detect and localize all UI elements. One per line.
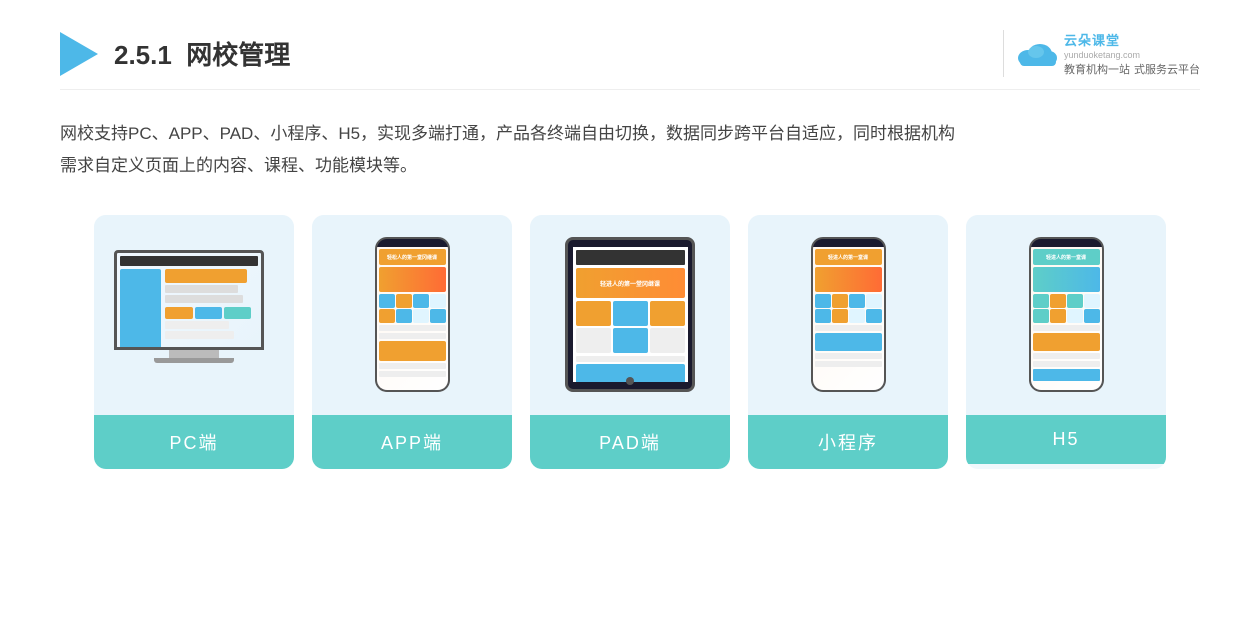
- card-app-image: 轻松人的第一堂冈继课: [312, 215, 512, 415]
- card-h5: 轻进人的第一堂课: [966, 215, 1166, 469]
- phone-screen-miniapp: 轻进人的第一堂课: [813, 247, 884, 390]
- card-app: 轻松人的第一堂冈继课: [312, 215, 512, 469]
- page-title: 2.5.1 网校管理: [114, 35, 290, 72]
- card-miniapp: 轻进人的第一堂课: [748, 215, 948, 469]
- brand-logo: 云朵课堂 yunduoketang.com 教育机构一站 式服务云平台: [1003, 30, 1200, 77]
- phone-notch: [397, 241, 427, 247]
- card-pc-image: [94, 215, 294, 415]
- pad-screen: 轻进人的第一堂冈继课: [573, 247, 688, 382]
- brand-url: yunduoketang.com: [1064, 50, 1200, 60]
- phone-screen-app: 轻松人的第一堂冈继课: [377, 247, 448, 390]
- brand-tagline1: 教育机构一站: [1064, 61, 1130, 77]
- description-line2: 需求自定义页面上的内容、课程、功能模块等。: [60, 150, 1200, 182]
- description-text: 网校支持PC、APP、PAD、小程序、H5，实现多端打通，产品各终端自由切换，数…: [60, 118, 1200, 183]
- cards-container: PC端 轻松人的第一堂冈继课: [60, 215, 1200, 469]
- section-number: 2.5.1: [114, 40, 172, 70]
- pc-screen: [114, 250, 264, 350]
- brand-cloud-icon: [1014, 36, 1058, 72]
- header: 2.5.1 网校管理 云朵课堂 yunduoketang.com 教: [60, 30, 1200, 90]
- pad-mockup: 轻进人的第一堂冈继课: [565, 237, 695, 392]
- phone-notch-h5: [1051, 241, 1081, 247]
- card-pad-label: PAD端: [530, 415, 730, 469]
- pc-mockup: [114, 250, 274, 380]
- phone-notch-mini: [833, 241, 863, 247]
- card-pad-image: 轻进人的第一堂冈继课: [530, 215, 730, 415]
- description-line1: 网校支持PC、APP、PAD、小程序、H5，实现多端打通，产品各终端自由切换，数…: [60, 118, 1200, 150]
- card-miniapp-image: 轻进人的第一堂课: [748, 215, 948, 415]
- card-h5-label: H5: [966, 415, 1166, 464]
- brand-tagline2: 式服务云平台: [1134, 61, 1200, 77]
- card-pc: PC端: [94, 215, 294, 469]
- phone-mockup-miniapp: 轻进人的第一堂课: [811, 237, 886, 392]
- card-pc-label: PC端: [94, 415, 294, 469]
- brand-name: 云朵课堂: [1064, 30, 1200, 49]
- phone-mockup-app: 轻松人的第一堂冈继课: [375, 237, 450, 392]
- card-h5-image: 轻进人的第一堂课: [966, 215, 1166, 415]
- brand-taglines: 教育机构一站 式服务云平台: [1064, 61, 1200, 77]
- title-bold: 网校管理: [186, 40, 290, 70]
- card-pad: 轻进人的第一堂冈继课: [530, 215, 730, 469]
- card-app-label: APP端: [312, 415, 512, 469]
- header-left: 2.5.1 网校管理: [60, 32, 290, 76]
- page: 2.5.1 网校管理 云朵课堂 yunduoketang.com 教: [0, 0, 1260, 630]
- logo-triangle-icon: [60, 32, 98, 76]
- phone-screen-h5: 轻进人的第一堂课: [1031, 247, 1102, 390]
- phone-mockup-h5: 轻进人的第一堂课: [1029, 237, 1104, 392]
- brand-text: 云朵课堂 yunduoketang.com 教育机构一站 式服务云平台: [1064, 30, 1200, 77]
- card-miniapp-label: 小程序: [748, 415, 948, 469]
